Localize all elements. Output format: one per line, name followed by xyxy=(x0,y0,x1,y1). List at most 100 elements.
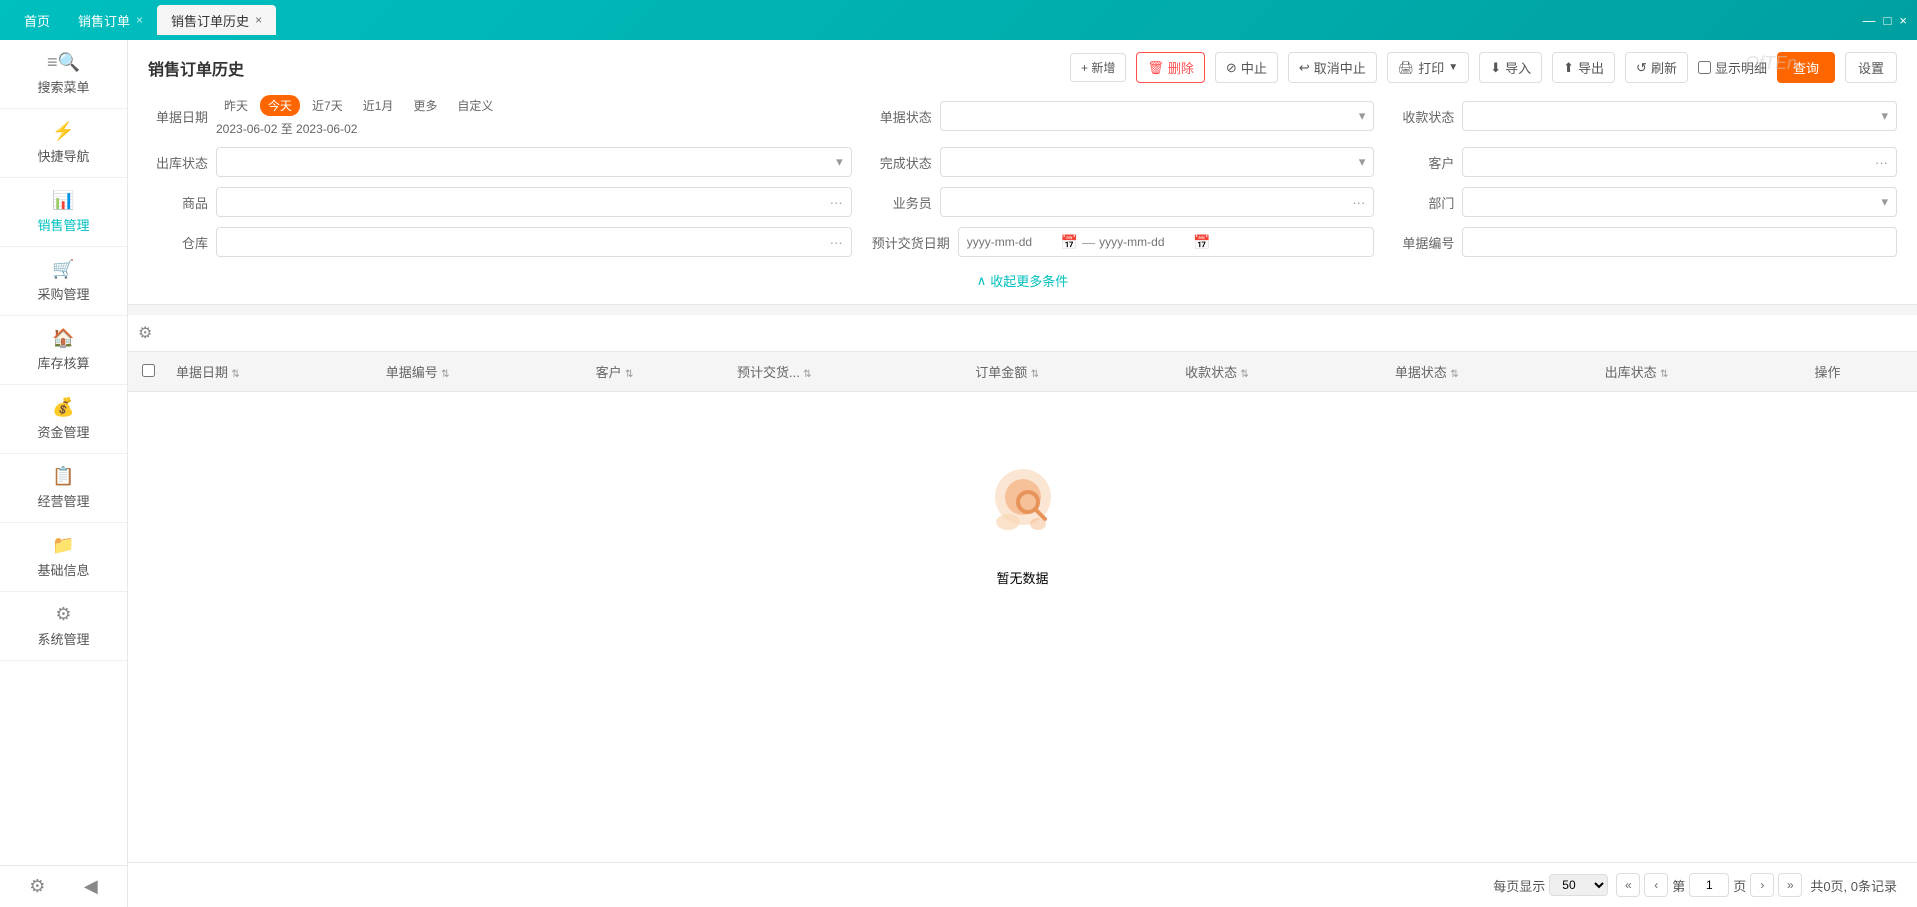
out-stock-label: 出库状态 xyxy=(148,153,208,172)
tab-sales-order-close[interactable]: × xyxy=(136,13,143,27)
sidebar-item-ops-mgmt[interactable]: 📋 经营管理 xyxy=(0,454,127,523)
sales-person-input[interactable]: ··· xyxy=(940,187,1375,217)
sidebar-collapse-icon[interactable]: ◀ xyxy=(84,876,98,897)
sort-customer-icon[interactable]: ⇅ xyxy=(625,369,633,380)
tab-sales-order[interactable]: 销售订单 × xyxy=(64,5,157,35)
window-min-btn[interactable]: — xyxy=(1863,13,1876,28)
filter-out-stock-item: 出库状态 ▾ xyxy=(148,147,852,177)
sort-pay-status-icon[interactable]: ⇅ xyxy=(1240,369,1248,380)
last-page-btn[interactable]: » xyxy=(1778,873,1802,897)
sort-expected-date-icon[interactable]: ⇅ xyxy=(803,369,811,380)
filter-date-item: 单据日期 昨天 今天 近7天 近1月 更多 自定义 2023-06-02 至 2… xyxy=(148,95,852,137)
collapse-row[interactable]: ∧ 收起更多条件 xyxy=(148,267,1897,298)
th-out-stock-status: 出库状态 ⇅ xyxy=(1597,352,1807,392)
query-btn[interactable]: 查询 xyxy=(1777,52,1835,83)
th-no: 单据编号 ⇅ xyxy=(378,352,588,392)
sort-date-icon[interactable]: ⇅ xyxy=(231,369,239,380)
next-page-btn[interactable]: › xyxy=(1750,873,1774,897)
window-max-btn[interactable]: □ xyxy=(1884,13,1892,28)
tab-sales-order-history-close[interactable]: × xyxy=(255,13,262,27)
date-chip-7days[interactable]: 近7天 xyxy=(304,95,351,116)
prev-page-btn[interactable]: ‹ xyxy=(1644,873,1668,897)
tab-sales-order-label: 销售订单 xyxy=(78,11,130,30)
th-no-label: 单据编号 xyxy=(386,365,438,380)
main-layout: ≡🔍 搜索菜单 ⚡ 快捷导航 📊 销售管理 🛒 采购管理 🏠 库存核算 💰 资金… xyxy=(0,40,1917,907)
date-chip-1month[interactable]: 近1月 xyxy=(355,95,402,116)
filter-row-1: 单据日期 昨天 今天 近7天 近1月 更多 自定义 2023-06-02 至 2… xyxy=(148,95,1897,137)
th-amount: 订单金额 ⇅ xyxy=(967,352,1177,392)
sidebar-item-finance-mgmt[interactable]: 💰 资金管理 xyxy=(0,385,127,454)
expected-date-start-input[interactable] xyxy=(967,235,1057,249)
page-size-dropdown[interactable]: 50 100 200 xyxy=(1549,874,1608,896)
collapse-up-icon: ∧ xyxy=(977,273,987,289)
import-btn[interactable]: ⬇ 导入 xyxy=(1479,52,1542,83)
th-amount-label: 订单金额 xyxy=(975,365,1027,380)
export-btn[interactable]: ⬆ 导出 xyxy=(1552,52,1615,83)
expected-date-start[interactable]: 📅 — 📅 xyxy=(958,227,1375,257)
filter-complete-status-item: 完成状态 ▾ xyxy=(872,147,1375,177)
setting-btn[interactable]: 设置 xyxy=(1845,52,1897,83)
table-settings-icon[interactable]: ⚙ xyxy=(138,323,152,343)
delete-btn[interactable]: 🗑 删除 xyxy=(1136,52,1205,83)
sidebar-item-system-mgmt[interactable]: ⚙ 系统管理 xyxy=(0,592,127,661)
pay-status-select[interactable]: ▾ xyxy=(1462,101,1897,131)
date-chip-yesterday[interactable]: 昨天 xyxy=(216,95,256,116)
sort-amount-icon[interactable]: ⇅ xyxy=(1031,369,1039,380)
sidebar-item-quick-nav[interactable]: ⚡ 快捷导航 xyxy=(0,109,127,178)
goods-input[interactable]: ··· xyxy=(216,187,852,217)
filter-dept-item: 部门 ▾ xyxy=(1394,187,1897,217)
page-number-input[interactable] xyxy=(1689,873,1729,897)
th-out-stock-status-label: 出库状态 xyxy=(1605,365,1657,380)
sales-person-label: 业务员 xyxy=(872,193,932,212)
print-arrow-icon: ▼ xyxy=(1448,62,1458,73)
print-btn[interactable]: 🖨 打印 ▼ xyxy=(1387,52,1469,83)
sidebar-item-purchase-mgmt[interactable]: 🛒 采购管理 xyxy=(0,247,127,316)
sort-order-status-icon[interactable]: ⇅ xyxy=(1450,369,1458,380)
sidebar-settings-icon[interactable]: ⚙ xyxy=(29,876,45,897)
first-page-btn[interactable]: « xyxy=(1616,873,1640,897)
sales-person-dots-icon: ··· xyxy=(1352,195,1365,210)
complete-status-select[interactable]: ▾ xyxy=(940,147,1375,177)
complete-status-label: 完成状态 xyxy=(872,153,932,172)
refresh-btn[interactable]: ↺ 刷新 xyxy=(1625,52,1688,83)
th-pay-status: 收款状态 ⇅ xyxy=(1177,352,1387,392)
sidebar-item-search-menu[interactable]: ≡🔍 搜索菜单 xyxy=(0,40,127,109)
customer-dots-icon: ··· xyxy=(1875,155,1888,170)
order-no-input[interactable] xyxy=(1462,227,1897,257)
sort-no-icon[interactable]: ⇅ xyxy=(441,369,449,380)
warehouse-dots-icon: ··· xyxy=(830,235,843,250)
cancel-stop-icon: ↩ xyxy=(1299,60,1310,76)
sidebar-item-inventory-check[interactable]: 🏠 库存核算 xyxy=(0,316,127,385)
empty-state: 暂无数据 xyxy=(128,392,1917,647)
expected-date-end-input[interactable] xyxy=(1099,235,1189,249)
tab-sales-order-history-label: 销售订单历史 xyxy=(171,11,249,30)
goods-label: 商品 xyxy=(148,193,208,212)
sidebar-item-sales-mgmt[interactable]: 📊 销售管理 xyxy=(0,178,127,247)
cancel-stop-btn[interactable]: ↩ 取消中止 xyxy=(1288,52,1377,83)
date-chip-today[interactable]: 今天 xyxy=(260,95,300,116)
stop-btn[interactable]: ⊘ 中止 xyxy=(1215,52,1278,83)
warehouse-input[interactable]: ··· xyxy=(216,227,852,257)
new-btn[interactable]: + 新增 xyxy=(1070,53,1126,82)
out-stock-select[interactable]: ▾ xyxy=(216,147,852,177)
sidebar-item-ops-mgmt-label: 经营管理 xyxy=(37,491,89,510)
display-detail-checkbox[interactable] xyxy=(1698,61,1711,74)
order-status-select[interactable]: ▾ xyxy=(940,101,1375,131)
customer-input[interactable]: ··· xyxy=(1462,147,1897,177)
sidebar-item-basic-info[interactable]: 📁 基础信息 xyxy=(0,523,127,592)
tab-sales-order-history[interactable]: 销售订单历史 × xyxy=(157,5,276,35)
sort-out-stock-status-icon[interactable]: ⇅ xyxy=(1660,369,1668,380)
th-expected-date-label: 预计交货... xyxy=(737,365,800,380)
tab-home[interactable]: 首页 xyxy=(10,5,64,35)
toolbar: + 新增 🗑 删除 ⊘ 中止 ↩ 取消中止 🖨 打 xyxy=(1070,52,1897,83)
filter-expected-date-item: 预计交货日期 📅 — 📅 xyxy=(872,227,1375,257)
window-close-btn[interactable]: × xyxy=(1899,13,1907,28)
date-chip-custom[interactable]: 自定义 xyxy=(449,95,501,116)
filter-row-2: 出库状态 ▾ 完成状态 ▾ 客户 xyxy=(148,147,1897,177)
date-chip-more[interactable]: 更多 xyxy=(405,95,445,116)
top-bar-tabs: 首页 销售订单 × 销售订单历史 × xyxy=(10,5,1863,35)
basic-info-icon: 📁 xyxy=(52,535,74,556)
filter-row-3: 商品 ··· 业务员 ··· 部门 xyxy=(148,187,1897,217)
dept-select[interactable]: ▾ xyxy=(1462,187,1897,217)
select-all-checkbox[interactable] xyxy=(142,364,155,377)
